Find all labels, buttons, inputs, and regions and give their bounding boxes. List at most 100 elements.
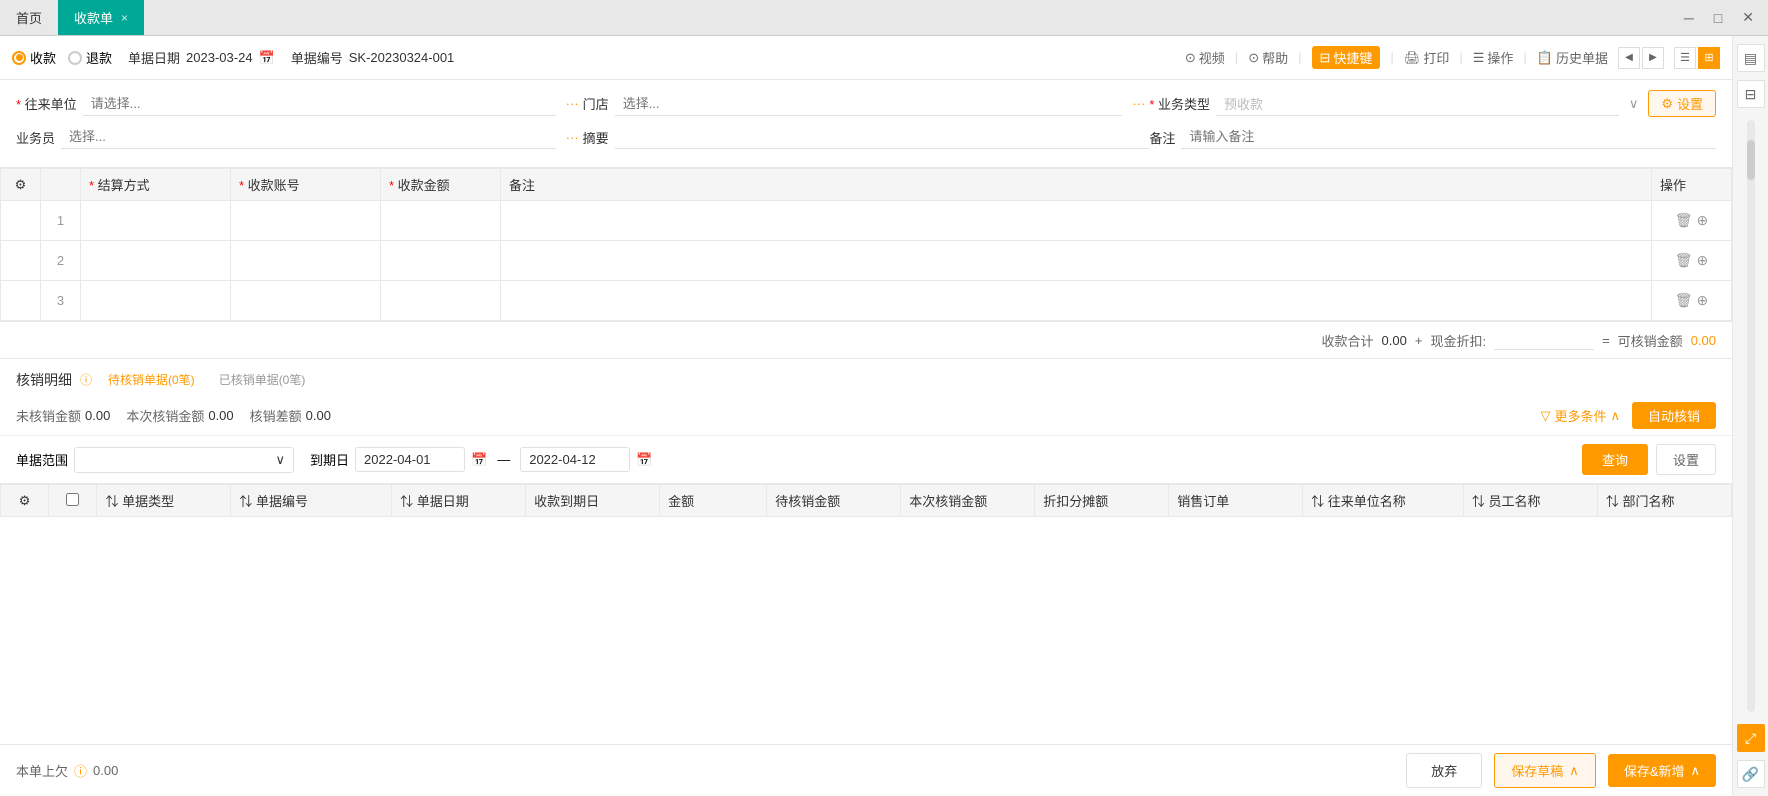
radio-shoukuan[interactable]: 收款 xyxy=(12,48,56,67)
discount-input[interactable] xyxy=(1494,330,1594,350)
save-draft-button[interactable]: 保存草稿 ∧ xyxy=(1494,753,1596,788)
sidebar-table-icon[interactable]: ▤ xyxy=(1737,44,1765,72)
date-from-icon[interactable]: 📅 xyxy=(471,452,487,468)
view-grid[interactable]: ⊞ xyxy=(1698,47,1720,69)
video-icon: ⊙ xyxy=(1185,50,1196,66)
settings-button[interactable]: ⚙ 设置 xyxy=(1648,90,1716,117)
stat-current: 本次核销金额 0.00 xyxy=(126,406,233,425)
row-3-delete-icon[interactable]: 🗑 xyxy=(1675,292,1693,309)
partner-input[interactable] xyxy=(83,92,556,116)
row-1-remark[interactable] xyxy=(501,201,1652,241)
tab-home[interactable]: 首页 xyxy=(0,0,58,35)
row-3-account[interactable] xyxy=(231,281,381,321)
auto-verification-button[interactable]: 自动核销 xyxy=(1632,402,1716,429)
row-2-amount[interactable] xyxy=(381,241,501,281)
discard-button[interactable]: 放弃 xyxy=(1406,753,1482,788)
unchecked-value: 0.00 xyxy=(85,408,110,423)
sidebar-list-icon[interactable]: ⊟ xyxy=(1737,80,1765,108)
select-all-checkbox[interactable] xyxy=(66,493,79,506)
maximize-button[interactable]: □ xyxy=(1708,8,1728,28)
stat-diff: 核销差额 0.00 xyxy=(250,406,331,425)
query-button[interactable]: 查询 xyxy=(1582,444,1648,475)
scrollbar[interactable] xyxy=(1747,120,1755,712)
tab-done[interactable]: 已核销单据(0笔) xyxy=(211,369,314,390)
close-button[interactable]: ✕ xyxy=(1736,7,1760,28)
lower-col-current: 本次核销金额 xyxy=(901,485,1035,517)
row-1-settle[interactable] xyxy=(81,201,231,241)
number-value: SK-20230324-001 xyxy=(349,50,455,65)
save-new-chevron-icon: ∧ xyxy=(1690,763,1700,779)
row-3-remark[interactable] xyxy=(501,281,1652,321)
more-conditions-button[interactable]: ▽ 更多条件 ∧ xyxy=(1540,406,1620,425)
sidebar-link-icon[interactable]: 🔗 xyxy=(1737,760,1765,788)
sort-icon2: ⇅ xyxy=(239,494,256,509)
nav-next[interactable]: ▶ xyxy=(1642,47,1664,69)
lower-col-discount: 折扣分摊额 xyxy=(1035,485,1169,517)
shop-dots[interactable]: ··· xyxy=(1128,96,1149,111)
staff-input[interactable] xyxy=(61,125,556,149)
biztype-input[interactable] xyxy=(1216,92,1619,116)
row-3-amount[interactable] xyxy=(381,281,501,321)
row-1-copy-icon[interactable]: ⊕ xyxy=(1697,212,1709,229)
date-to-input[interactable] xyxy=(520,447,630,472)
row-2-delete-icon[interactable]: 🗑 xyxy=(1675,252,1693,269)
row-1-account[interactable] xyxy=(231,201,381,241)
minimize-button[interactable]: ─ xyxy=(1678,8,1700,28)
lower-col-checkbox[interactable] xyxy=(49,485,97,517)
settings-label: 设置 xyxy=(1677,94,1703,113)
range-field: 单据范围 ∨ xyxy=(16,447,294,473)
staff-dots[interactable]: ··· xyxy=(562,130,583,145)
nav-arrows: ◀ ▶ xyxy=(1618,47,1664,69)
col-settings-header[interactable]: ⚙ xyxy=(1,169,41,201)
radio-tuikuan[interactable]: 退款 xyxy=(68,48,112,67)
nav-prev[interactable]: ◀ xyxy=(1618,47,1640,69)
video-button[interactable]: ⊙ 视频 xyxy=(1185,48,1225,67)
bottom-info: 本单上欠 ⓘ 0.00 xyxy=(16,761,118,780)
date-from-input[interactable] xyxy=(355,447,465,472)
row-3-settle[interactable] xyxy=(81,281,231,321)
chevron-up-icon: ∧ xyxy=(1610,408,1620,424)
discount-label: 现金折扣: xyxy=(1430,331,1486,350)
row-2-copy-icon[interactable]: ⊕ xyxy=(1697,252,1709,269)
date-to-icon[interactable]: 📅 xyxy=(636,452,652,468)
lower-col-settings[interactable]: ⚙ xyxy=(1,485,49,517)
view-list[interactable]: ☰ xyxy=(1674,47,1696,69)
shop-input[interactable] xyxy=(615,92,1123,116)
plus-sign: + xyxy=(1415,333,1423,348)
save-new-button[interactable]: 保存&新增 ∧ xyxy=(1608,754,1716,787)
lower-col-amount: 金额 xyxy=(660,485,767,517)
partner-dots[interactable]: ··· xyxy=(562,96,583,111)
print-button[interactable]: 🖨 打印 xyxy=(1404,48,1450,67)
shortcut-button[interactable]: ⊟ 快捷键 xyxy=(1312,46,1381,69)
tab-active[interactable]: 收款单 × xyxy=(58,0,144,35)
row-2-settle[interactable] xyxy=(81,241,231,281)
sidebar-expand-icon[interactable]: ⤢ xyxy=(1737,724,1765,752)
memo-input[interactable] xyxy=(615,125,1150,149)
form-row-1: 往来单位 ··· 门店 ··· 业务类型 ∨ ⚙ 设置 xyxy=(16,90,1716,117)
row-2-account[interactable] xyxy=(231,241,381,281)
history-button[interactable]: 📋 历史单据 xyxy=(1537,48,1608,67)
tab-pending[interactable]: 待核销单据(0笔) xyxy=(100,369,203,390)
table-settings-icon[interactable]: ⚙ xyxy=(15,177,27,192)
filter-settings-button[interactable]: 设置 xyxy=(1656,444,1716,475)
lower-settings-icon[interactable]: ⚙ xyxy=(19,493,31,508)
row-1-amount[interactable] xyxy=(381,201,501,241)
biztype-caret-icon[interactable]: ∨ xyxy=(1625,96,1643,112)
calendar-icon[interactable]: 📅 xyxy=(259,50,275,66)
remark-input[interactable] xyxy=(1181,125,1716,149)
bottom-bar: 本单上欠 ⓘ 0.00 放弃 保存草稿 ∧ 保存&新增 ∧ xyxy=(0,744,1732,796)
window-controls: ─ □ ✕ xyxy=(1678,7,1768,28)
operation-button[interactable]: ☰ 操作 xyxy=(1473,48,1514,67)
tab-active-label: 收款单 xyxy=(74,8,113,27)
row-3-copy-icon[interactable]: ⊕ xyxy=(1697,292,1709,309)
scrollbar-thumb[interactable] xyxy=(1747,140,1755,180)
row-1-delete-icon[interactable]: 🗑 xyxy=(1675,212,1693,229)
row-2-remark[interactable] xyxy=(501,241,1652,281)
tab-close-icon[interactable]: × xyxy=(121,11,128,25)
section-info-icon[interactable]: ⓘ xyxy=(80,371,92,388)
col-amount-header: 收款金额 xyxy=(381,169,501,201)
tab-bar: 首页 收款单 × ─ □ ✕ xyxy=(0,0,1768,36)
range-select[interactable]: ∨ xyxy=(74,447,294,473)
info-icon[interactable]: ⓘ xyxy=(74,761,87,780)
help-button[interactable]: ⊙ 帮助 xyxy=(1248,48,1288,67)
